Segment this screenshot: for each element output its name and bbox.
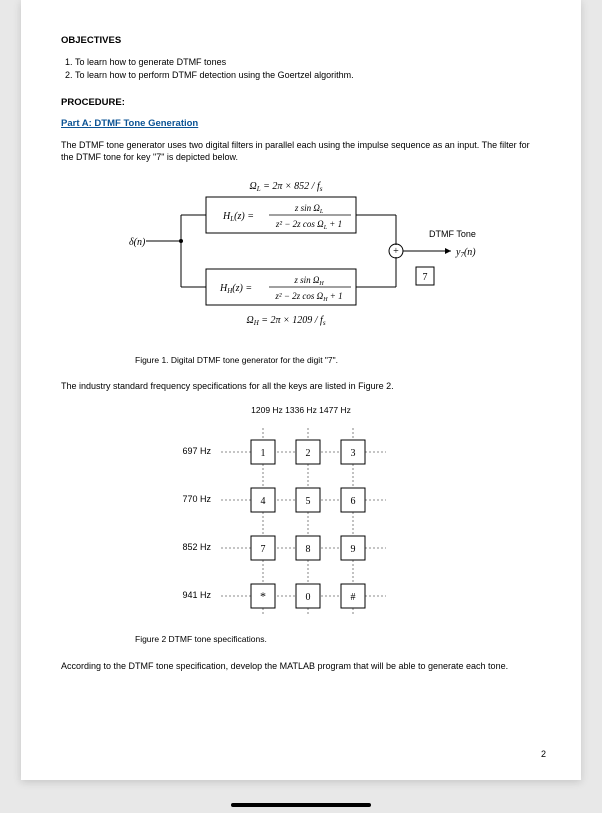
svg-text:7: 7 [423, 272, 428, 283]
figure-1: ΩL = 2π × 852 / fs δ(n) HL(z) = z sin ΩL… [111, 175, 491, 345]
svg-text:+: + [393, 246, 399, 257]
row-freq-770: 770 Hz [182, 494, 211, 504]
svg-text:9: 9 [351, 544, 356, 555]
svg-text:8: 8 [306, 544, 311, 555]
svg-text:6: 6 [351, 496, 356, 507]
svg-text:y7(n): y7(n) [455, 247, 476, 259]
document-page: OBJECTIVES To learn how to generate DTMF… [21, 0, 581, 780]
svg-text:2: 2 [306, 448, 311, 459]
svg-text:HL(z) =: HL(z) = [222, 211, 254, 223]
svg-text:5: 5 [306, 496, 311, 507]
svg-text:z² − 2z cos ΩH + 1: z² − 2z cos ΩH + 1 [274, 291, 342, 303]
svg-text:#: # [351, 592, 356, 603]
svg-text:ΩL = 2π × 852 / fs: ΩL = 2π × 852 / fs [250, 181, 323, 193]
figure-1-caption: Figure 1. Digital DTMF tone generator fo… [61, 355, 541, 366]
svg-text:DTMF Tone: DTMF Tone [429, 229, 476, 239]
figure-2: 697 Hz 770 Hz 852 Hz 941 Hz 1 2 [151, 424, 451, 624]
figure-2-caption: Figure 2 DTMF tone specifications. [61, 634, 541, 645]
svg-text:0: 0 [306, 592, 311, 603]
svg-text:z sin ΩL: z sin ΩL [294, 203, 324, 215]
svg-text:z sin ΩH: z sin ΩH [293, 275, 324, 287]
objectives-list: To learn how to generate DTMF tones To l… [61, 56, 541, 81]
svg-text:z² − 2z cos ΩL + 1: z² − 2z cos ΩL + 1 [275, 219, 342, 231]
objective-item: To learn how to generate DTMF tones [75, 56, 541, 68]
svg-text:7: 7 [261, 544, 266, 555]
column-headers: 1209 Hz 1336 Hz 1477 Hz [61, 405, 541, 416]
row-freq-852: 852 Hz [182, 542, 211, 552]
part-a-heading: Part A: DTMF Tone Generation [61, 118, 541, 131]
svg-text:ΩH = 2π × 1209 / fs: ΩH = 2π × 1209 / fs [246, 315, 325, 327]
svg-text:4: 4 [261, 496, 266, 507]
svg-text:δ(n): δ(n) [129, 237, 146, 248]
svg-text:1: 1 [261, 448, 266, 459]
paragraph-intro: The DTMF tone generator uses two digital… [61, 139, 541, 163]
keypad-svg: 697 Hz 770 Hz 852 Hz 941 Hz 1 2 [151, 424, 451, 624]
page-number: 2 [541, 748, 546, 760]
row-freq-697: 697 Hz [182, 446, 211, 456]
paragraph-freq-intro: The industry standard frequency specific… [61, 380, 541, 392]
heading-procedure: PROCEDURE: [61, 97, 541, 110]
heading-objectives: OBJECTIVES [61, 35, 541, 48]
home-indicator [231, 803, 371, 807]
objective-item: To learn how to perform DTMF detection u… [75, 69, 541, 81]
svg-text:*: * [260, 589, 266, 603]
paragraph-matlab: According to the DTMF tone specification… [61, 660, 541, 672]
row-freq-941: 941 Hz [182, 590, 211, 600]
svg-text:HH(z) =: HH(z) = [219, 283, 252, 295]
svg-text:3: 3 [351, 448, 356, 459]
block-diagram-svg: ΩL = 2π × 852 / fs δ(n) HL(z) = z sin ΩL… [111, 175, 491, 345]
